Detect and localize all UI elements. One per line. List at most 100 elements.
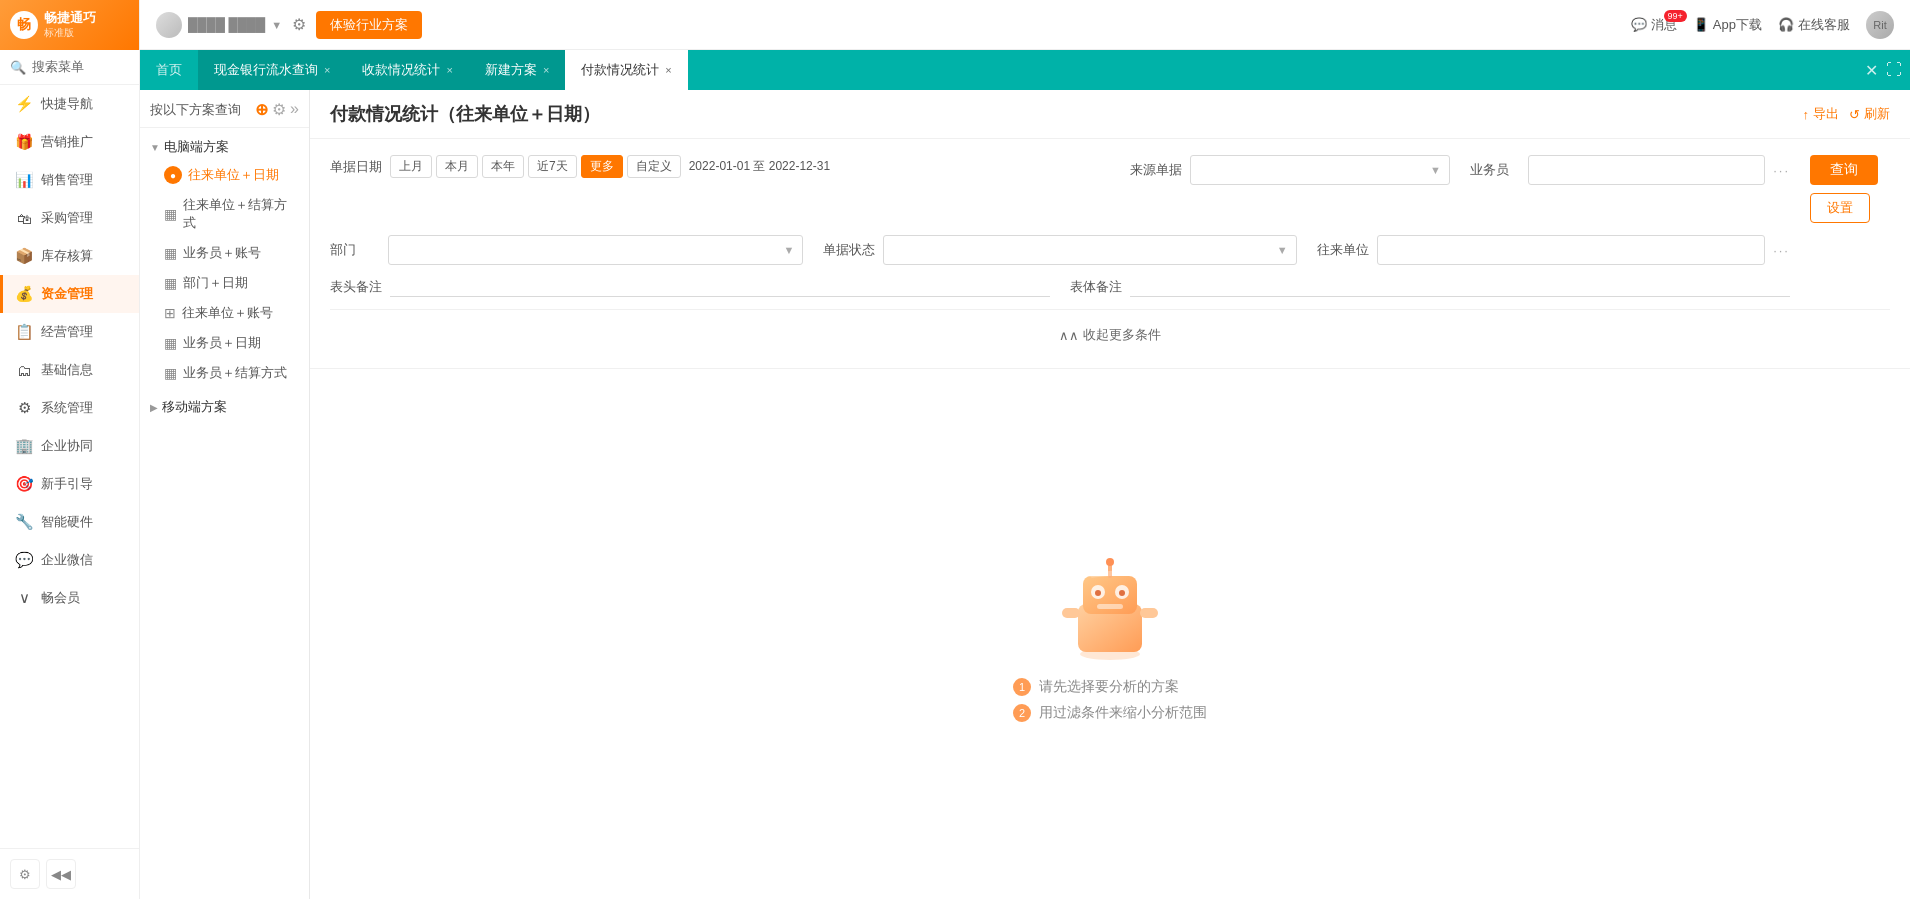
- maximize-tab-btn[interactable]: ⛶: [1886, 61, 1902, 79]
- sidebar-item-label: 企业协同: [41, 437, 93, 455]
- date-label: 单据日期: [330, 158, 382, 176]
- salesman-more-btn[interactable]: ···: [1773, 163, 1790, 178]
- phone-icon: 📱: [1693, 17, 1709, 32]
- scheme-desktop-section-title[interactable]: ▼ 电脑端方案: [140, 134, 309, 160]
- counterpart-select[interactable]: [1377, 235, 1765, 265]
- page-header-actions: ↑ 导出 ↺ 刷新: [1803, 105, 1891, 123]
- date-btn-more[interactable]: 更多: [581, 155, 623, 178]
- scheme-item-dept-date[interactable]: ▦ 部门＋日期: [140, 268, 309, 298]
- main-area: ████ ████ ▼ ⚙ 体验行业方案 💬 消息 99+ 📱 App下载 🎧 …: [140, 0, 1910, 899]
- scheme-item-counterpart-date[interactable]: ● 往来单位＋日期: [140, 160, 309, 190]
- svg-rect-11: [1140, 608, 1158, 618]
- tab-home[interactable]: 首页: [140, 50, 198, 90]
- sidebar-item-inventory[interactable]: 📦 库存核算: [0, 237, 139, 275]
- tab-payment-stat-close[interactable]: ×: [665, 64, 671, 76]
- sidebar: 畅 畅捷通巧 标准版 🔍 搜索菜单 ⚡ 快捷导航 🎁 营销推广 📊 销售管理 🛍…: [0, 0, 140, 899]
- app-download-btn[interactable]: 📱 App下载: [1693, 16, 1762, 34]
- section-title-label: 电脑端方案: [164, 138, 229, 156]
- scheme-item-salesman-date[interactable]: ▦ 业务员＋日期: [140, 328, 309, 358]
- scheme-settings-btn[interactable]: ⚙: [272, 100, 286, 119]
- date-btn-custom[interactable]: 自定义: [627, 155, 681, 178]
- scheme-icon: ▦: [164, 335, 177, 351]
- tab-payment-stat[interactable]: 付款情况统计 ×: [565, 50, 687, 90]
- sidebar-item-guide[interactable]: 🎯 新手引导: [0, 465, 139, 503]
- query-btn[interactable]: 查询: [1810, 155, 1878, 185]
- date-btn-this-year[interactable]: 本年: [482, 155, 524, 178]
- sidebar-item-label: 企业微信: [41, 551, 93, 569]
- close-tab-btn[interactable]: ✕: [1865, 61, 1878, 80]
- scheme-icon: ▦: [164, 245, 177, 261]
- sidebar-item-operations[interactable]: 📋 经营管理: [0, 313, 139, 351]
- tab-payment-stat-label: 付款情况统计: [581, 61, 659, 79]
- export-btn[interactable]: ↑ 导出: [1803, 105, 1840, 123]
- scheme-item-counterpart-account[interactable]: ⊞ 往来单位＋账号: [140, 298, 309, 328]
- sidebar-item-sys-mgmt[interactable]: ⚙ 系统管理: [0, 389, 139, 427]
- tab-new-scheme[interactable]: 新建方案 ×: [469, 50, 565, 90]
- export-icon: ↑: [1803, 107, 1810, 122]
- tab-bank-flow[interactable]: 现金银行流水查询 ×: [198, 50, 346, 90]
- collapse-sidebar-btn[interactable]: ◀◀: [46, 859, 76, 889]
- brand-sub: 标准版: [44, 26, 96, 40]
- scheme-panel: 按以下方案查询 ⊕ ⚙ » ▼ 电脑端方案 ● 往来单位＋日期 ▦: [140, 90, 310, 899]
- source-doc-label: 来源单据: [1130, 161, 1182, 179]
- source-doc-select[interactable]: ▼: [1190, 155, 1450, 185]
- collapse-more-label: 收起更多条件: [1083, 326, 1161, 344]
- tab-new-scheme-close[interactable]: ×: [543, 64, 549, 76]
- sidebar-item-finance[interactable]: 💰 资金管理: [0, 275, 139, 313]
- hint-num-1: 1: [1013, 678, 1031, 696]
- guide-icon: 🎯: [15, 475, 33, 493]
- sidebar-item-enterprise[interactable]: 🏢 企业协同: [0, 427, 139, 465]
- counterpart-more-btn[interactable]: ···: [1773, 243, 1790, 258]
- scheme-item-salesman-settlement[interactable]: ▦ 业务员＋结算方式: [140, 358, 309, 388]
- tab-collection-stat[interactable]: 收款情况统计 ×: [346, 50, 468, 90]
- sidebar-item-quick-nav[interactable]: ⚡ 快捷导航: [0, 85, 139, 123]
- online-service-btn[interactable]: 🎧 在线客服: [1778, 16, 1850, 34]
- search-menu[interactable]: 🔍 搜索菜单: [0, 50, 139, 85]
- sidebar-item-basic-info[interactable]: 🗂 基础信息: [0, 351, 139, 389]
- tab-collection-stat-close[interactable]: ×: [446, 64, 452, 76]
- hint-text-1: 请先选择要分析的方案: [1039, 678, 1179, 696]
- refresh-btn[interactable]: ↺ 刷新: [1849, 105, 1890, 123]
- filter-row-1: 单据日期 上月 本月 本年 近7天 更多 自定义 2022-01-01 至 20…: [330, 155, 1890, 223]
- table-body-note-input[interactable]: [1130, 277, 1790, 297]
- dept-select[interactable]: ▼: [388, 235, 803, 265]
- trial-industry-btn[interactable]: 体验行业方案: [316, 11, 422, 39]
- scheme-icon: ▦: [164, 365, 177, 381]
- sidebar-item-weixin[interactable]: 💬 企业微信: [0, 541, 139, 579]
- doc-status-select[interactable]: ▼: [883, 235, 1296, 265]
- dept-arrow: ▼: [783, 244, 794, 256]
- topbar-dropdown-arrow[interactable]: ▼: [271, 19, 282, 31]
- sidebar-footer: ⚙ ◀◀: [0, 848, 139, 899]
- operations-icon: 📋: [15, 323, 33, 341]
- scheme-collapse-btn[interactable]: »: [290, 100, 299, 119]
- scheme-mobile-section-title[interactable]: ▶ 移动端方案: [140, 394, 309, 420]
- scheme-item-counterpart-settlement[interactable]: ▦ 往来单位＋结算方式: [140, 190, 309, 238]
- settings-footer-btn[interactable]: ⚙: [10, 859, 40, 889]
- page-title: 付款情况统计（往来单位＋日期）: [330, 102, 600, 126]
- collapse-arrow-icon: ∧∧: [1059, 328, 1079, 343]
- sidebar-item-purchase[interactable]: 🛍 采购管理: [0, 199, 139, 237]
- section-title-label: 移动端方案: [162, 398, 227, 416]
- messages-btn[interactable]: 💬 消息 99+: [1631, 16, 1677, 34]
- topbar-avatar[interactable]: Rit: [1866, 11, 1894, 39]
- date-btn-last-7[interactable]: 近7天: [528, 155, 577, 178]
- filter-settings-btn[interactable]: 设置: [1810, 193, 1870, 223]
- svg-point-4: [1106, 558, 1114, 566]
- date-btn-last-month[interactable]: 上月: [390, 155, 432, 178]
- sidebar-item-member[interactable]: ∨ 畅会员: [0, 579, 139, 617]
- collapse-more-btn[interactable]: ∧∧ 收起更多条件: [1039, 318, 1181, 352]
- filter-dept-item: 部门 ▼: [330, 235, 803, 265]
- table-header-note-input[interactable]: [390, 277, 1050, 297]
- online-service-label: 在线客服: [1798, 16, 1850, 34]
- sidebar-item-sales[interactable]: 📊 销售管理: [0, 161, 139, 199]
- date-btn-this-month[interactable]: 本月: [436, 155, 478, 178]
- tab-bank-flow-close[interactable]: ×: [324, 64, 330, 76]
- scheme-item-salesman-account[interactable]: ▦ 业务员＋账号: [140, 238, 309, 268]
- scheme-add-btn[interactable]: ⊕: [255, 100, 268, 119]
- scheme-item-label: 往来单位＋账号: [182, 304, 273, 322]
- avatar-text: Rit: [1873, 19, 1886, 31]
- topbar-gear-icon[interactable]: ⚙: [292, 15, 306, 34]
- sidebar-item-smart-hw[interactable]: 🔧 智能硬件: [0, 503, 139, 541]
- salesman-select[interactable]: [1528, 155, 1765, 185]
- sidebar-item-marketing[interactable]: 🎁 营销推广: [0, 123, 139, 161]
